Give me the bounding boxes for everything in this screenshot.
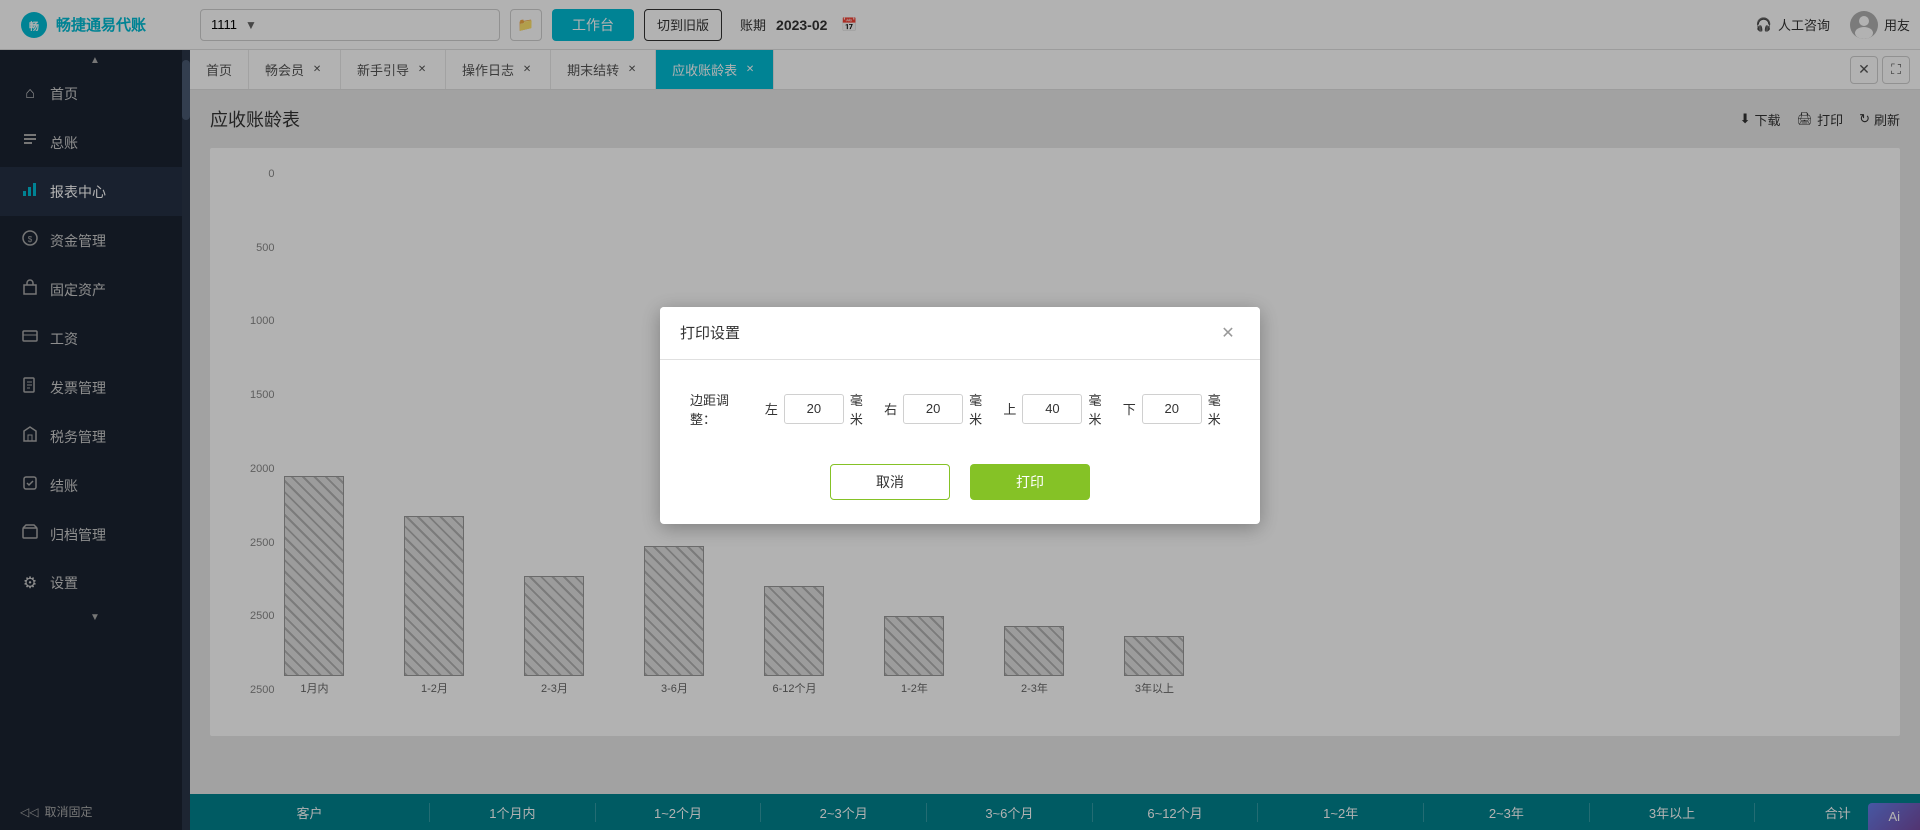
modal-overlay: 打印设置 ✕ 边距调整： 左 毫米 右 毫米 上 毫米 (0, 0, 1920, 830)
margin-right-input[interactable] (903, 394, 963, 424)
left-unit: 毫米 (850, 390, 872, 428)
right-unit: 毫米 (969, 390, 991, 428)
margin-label: 边距调整： (690, 390, 753, 428)
margin-right-group: 右 毫米 (884, 390, 991, 428)
modal-close-button[interactable]: ✕ (1216, 321, 1240, 345)
bottom-unit: 毫米 (1208, 390, 1230, 428)
print-settings-dialog: 打印设置 ✕ 边距调整： 左 毫米 右 毫米 上 毫米 (660, 307, 1260, 524)
top-unit: 毫米 (1088, 390, 1110, 428)
margin-top-input[interactable] (1022, 394, 1082, 424)
bottom-label: 下 (1123, 399, 1136, 418)
modal-header: 打印设置 ✕ (660, 307, 1260, 360)
cancel-button[interactable]: 取消 (830, 464, 950, 500)
confirm-print-button[interactable]: 打印 (970, 464, 1090, 500)
margin-settings: 边距调整： 左 毫米 右 毫米 上 毫米 下 (690, 390, 1230, 428)
modal-title: 打印设置 (680, 322, 740, 343)
margin-bottom-group: 下 毫米 (1123, 390, 1230, 428)
margin-left-group: 左 毫米 (765, 390, 872, 428)
right-label: 右 (884, 399, 897, 418)
margin-top-group: 上 毫米 (1003, 390, 1110, 428)
left-label: 左 (765, 399, 778, 418)
modal-body: 边距调整： 左 毫米 右 毫米 上 毫米 下 (660, 360, 1260, 448)
margin-left-input[interactable] (784, 394, 844, 424)
margin-bottom-input[interactable] (1142, 394, 1202, 424)
modal-footer: 取消 打印 (660, 448, 1260, 524)
top-label: 上 (1003, 399, 1016, 418)
